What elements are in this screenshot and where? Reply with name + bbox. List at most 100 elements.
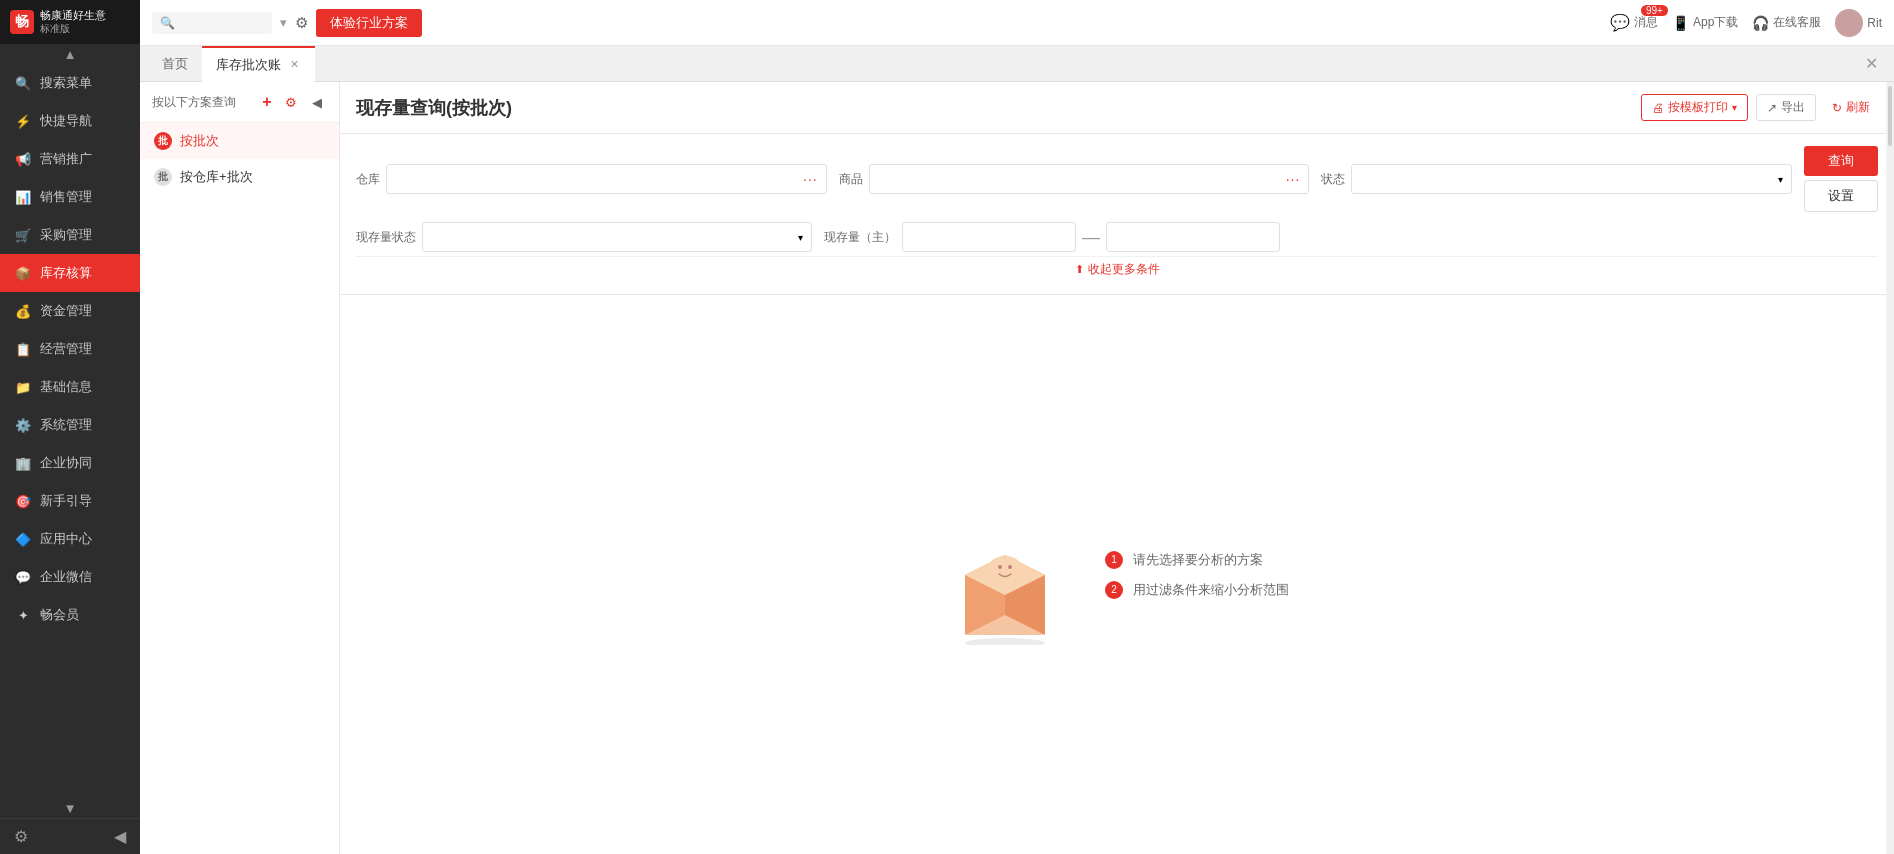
sales-icon: 📊: [14, 188, 32, 206]
trial-industry-button[interactable]: 体验行业方案: [316, 9, 422, 37]
app-download-item[interactable]: 📱 App下载: [1672, 14, 1738, 31]
guide-icon: 🎯: [14, 492, 32, 510]
sidebar-item-appstore[interactable]: 🔷 应用中心: [0, 520, 140, 558]
sidebar-item-quick-nav[interactable]: ⚡ 快捷导航: [0, 102, 140, 140]
export-icon: ↗: [1767, 101, 1777, 115]
sidebar-scroll-up[interactable]: ▲: [0, 44, 140, 64]
inventory-qty-range: —: [902, 222, 1280, 252]
close-all-tabs-button[interactable]: ✕: [1857, 54, 1886, 73]
empty-step-1: 1 请先选择要分析的方案: [1105, 551, 1289, 569]
status-select[interactable]: ▾: [1351, 164, 1792, 194]
wechat-icon: 💬: [14, 568, 32, 586]
sidebar-item-system[interactable]: ⚙️ 系统管理: [0, 406, 140, 444]
plan-batch-icon: 批: [154, 132, 172, 150]
collapse-sidebar-icon[interactable]: ◀: [114, 827, 126, 846]
page-title-row: 现存量查询(按批次) 🖨 按模板打印 ▾ ↗ 导出 ↻: [356, 94, 1878, 121]
settings-button[interactable]: 设置: [1804, 180, 1878, 212]
sidebar-item-label: 新手引导: [40, 492, 92, 510]
sidebar-item-inventory[interactable]: 📦 库存核算: [0, 254, 140, 292]
message-icon: 💬: [1610, 13, 1630, 32]
empty-step-2: 2 用过滤条件来缩小分析范围: [1105, 581, 1289, 599]
plan-settings-icon[interactable]: ⚙: [281, 92, 301, 112]
inventory-qty-label: 现存量（主）: [824, 229, 896, 246]
page-title: 现存量查询(按批次): [356, 96, 512, 120]
page-actions: 🖨 按模板打印 ▾ ↗ 导出 ↻ 刷新: [1641, 94, 1878, 121]
main-area: 🔍 ▾ ⚙ 体验行业方案 💬 消息 99+ 📱 App下载 🎧 在线客服 Rit: [140, 0, 1894, 854]
svg-point-6: [1008, 565, 1012, 569]
sidebar-item-label: 快捷导航: [40, 112, 92, 130]
appstore-icon: 🔷: [14, 530, 32, 548]
online-service-item[interactable]: 🎧 在线客服: [1752, 14, 1821, 31]
sidebar-item-enterprise[interactable]: 🏢 企业协同: [0, 444, 140, 482]
sidebar-item-label: 搜索菜单: [40, 74, 92, 92]
sidebar-item-member[interactable]: ✦ 畅会员: [0, 596, 140, 634]
refresh-button[interactable]: ↻ 刷新: [1824, 95, 1878, 120]
right-scrollbar[interactable]: [1886, 82, 1894, 854]
sidebar-item-basic[interactable]: 📁 基础信息: [0, 368, 140, 406]
inventory-qty-max-input[interactable]: [1106, 222, 1280, 252]
tab-inventory-batch-label: 库存批次账: [216, 56, 281, 74]
sidebar-item-label: 采购管理: [40, 226, 92, 244]
tab-home[interactable]: 首页: [148, 46, 202, 82]
left-panel-collapse-icon[interactable]: ◀: [307, 92, 327, 112]
warehouse-label: 仓库: [356, 171, 380, 188]
settings-footer-icon[interactable]: ⚙: [14, 827, 28, 846]
user-avatar-item[interactable]: Rit: [1835, 9, 1882, 37]
status-label: 状态: [1321, 171, 1345, 188]
inventory-status-select[interactable]: ▾: [422, 222, 812, 252]
empty-state: 1 请先选择要分析的方案 2 用过滤条件来缩小分析范围: [340, 295, 1894, 854]
empty-steps: 1 请先选择要分析的方案 2 用过滤条件来缩小分析范围: [1105, 551, 1289, 599]
inventory-status-chevron-icon: ▾: [798, 232, 803, 243]
add-plan-button[interactable]: +: [257, 92, 277, 112]
topbar-search-input[interactable]: [179, 16, 259, 30]
plan-item-batch[interactable]: 批 按批次: [140, 123, 339, 159]
step-2-number: 2: [1105, 581, 1123, 599]
sidebar-footer: ⚙ ◀: [0, 818, 140, 854]
user-avatar: [1835, 9, 1863, 37]
left-panel-header: 按以下方案查询 + ⚙ ◀: [140, 82, 339, 123]
svg-point-4: [987, 556, 1023, 584]
sidebar-scroll-down[interactable]: ▼: [0, 798, 140, 818]
topbar-gear-icon[interactable]: ⚙: [295, 14, 308, 32]
topbar-search-icon: 🔍: [160, 16, 175, 30]
sidebar-item-label: 企业协同: [40, 454, 92, 472]
sidebar-item-wechat[interactable]: 💬 企业微信: [0, 558, 140, 596]
export-label: 导出: [1781, 99, 1805, 116]
warehouse-filter: 仓库 ···: [356, 164, 827, 194]
sidebar-item-guide[interactable]: 🎯 新手引导: [0, 482, 140, 520]
enterprise-icon: 🏢: [14, 454, 32, 472]
messages-item[interactable]: 💬 消息 99+: [1610, 13, 1658, 32]
sidebar-item-sales[interactable]: 📊 销售管理: [0, 178, 140, 216]
step-1-text: 请先选择要分析的方案: [1133, 551, 1263, 569]
plan-warehouse-batch-icon: 批: [154, 168, 172, 186]
tabs-bar: 首页 库存批次账 ✕ ✕: [140, 46, 1894, 82]
sidebar-item-search[interactable]: 🔍 搜索菜单: [0, 64, 140, 102]
sidebar-nav: 🔍 搜索菜单 ⚡ 快捷导航 📢 营销推广 📊 销售管理 🛒 采购管理 📦 库存核…: [0, 64, 140, 798]
print-button[interactable]: 🖨 按模板打印 ▾: [1641, 94, 1748, 121]
plan-item-warehouse-batch[interactable]: 批 按仓库+批次: [140, 159, 339, 195]
warehouse-input[interactable]: ···: [386, 164, 827, 194]
right-panel: 现存量查询(按批次) 🖨 按模板打印 ▾ ↗ 导出 ↻: [340, 82, 1894, 854]
sidebar-item-marketing[interactable]: 📢 营销推广: [0, 140, 140, 178]
tab-home-label: 首页: [162, 55, 188, 73]
tab-inventory-batch[interactable]: 库存批次账 ✕: [202, 46, 315, 82]
query-button[interactable]: 查询: [1804, 146, 1878, 176]
topbar-chevron-icon[interactable]: ▾: [280, 15, 287, 30]
search-icon: 🔍: [14, 74, 32, 92]
sidebar-item-purchase[interactable]: 🛒 采购管理: [0, 216, 140, 254]
export-button[interactable]: ↗ 导出: [1756, 94, 1816, 121]
collapse-up-icon: ⬆: [1075, 263, 1084, 276]
sidebar: 畅 畅康通好生意 标准版 ▲ 🔍 搜索菜单 ⚡ 快捷导航 📢 营销推广 📊 销售…: [0, 0, 140, 854]
tab-close-icon[interactable]: ✕: [287, 58, 301, 72]
left-panel-title: 按以下方案查询: [152, 94, 236, 111]
collapse-more-conditions[interactable]: ⬆ 收起更多条件: [356, 256, 1878, 282]
sidebar-item-label: 畅会员: [40, 606, 79, 624]
inventory-qty-min-input[interactable]: [902, 222, 1076, 252]
step-1-number: 1: [1105, 551, 1123, 569]
refresh-label: 刷新: [1846, 99, 1870, 116]
sidebar-item-finance[interactable]: 💰 资金管理: [0, 292, 140, 330]
product-input[interactable]: ···: [869, 164, 1310, 194]
topbar-search-box[interactable]: 🔍: [152, 12, 272, 34]
sidebar-item-operations[interactable]: 📋 经营管理: [0, 330, 140, 368]
sidebar-item-label: 资金管理: [40, 302, 92, 320]
